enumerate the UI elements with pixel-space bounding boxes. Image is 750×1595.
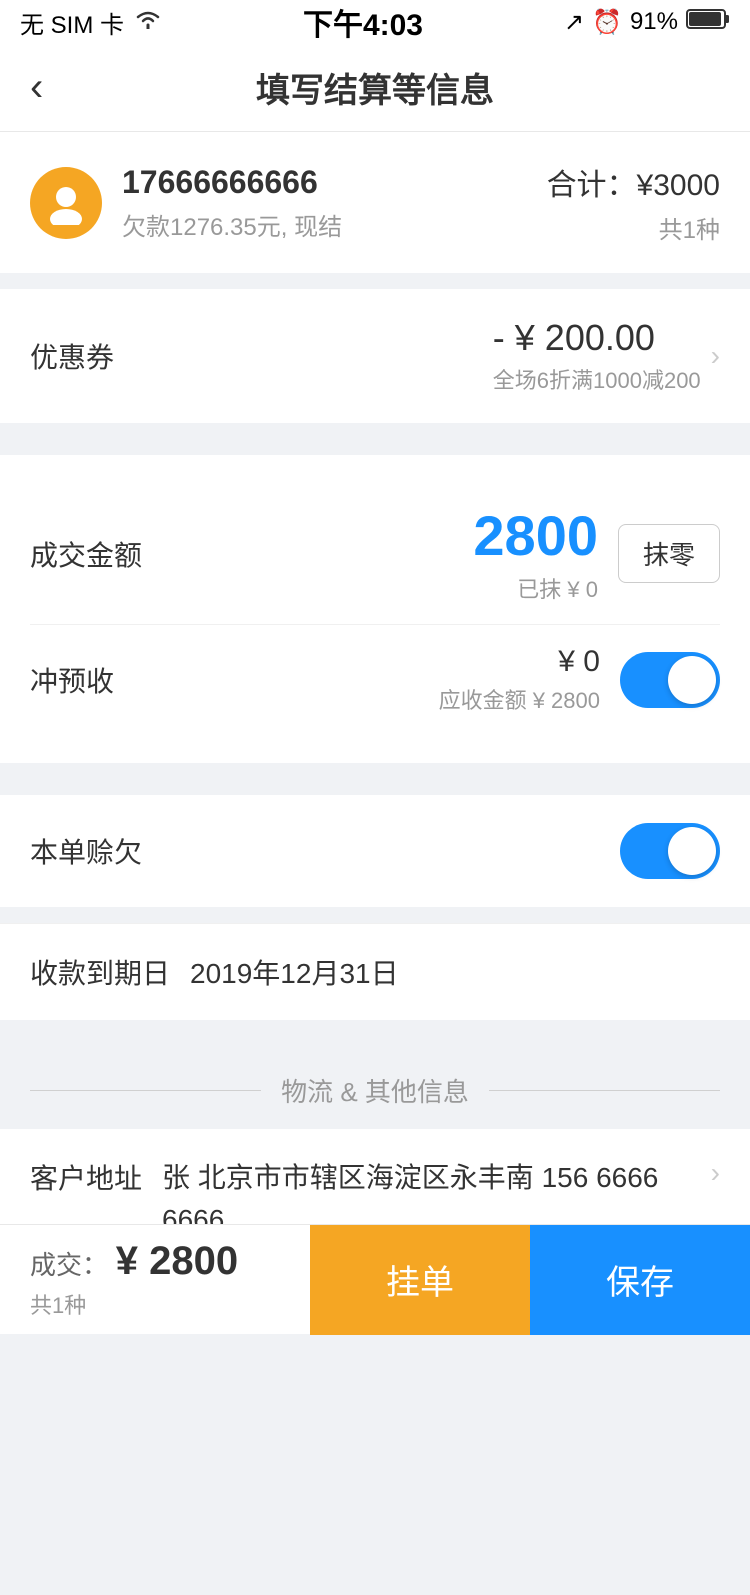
due-date-row: 收款到期日 2019年12月31日 [0,923,750,1020]
status-right: ↗ ⏰ 91% [564,8,730,37]
sim-status: 无 SIM 卡 [20,5,124,40]
debt-row: 本单赊欠 [0,779,750,907]
prepaid-row: 冲预收 ¥ 0 应收金额 ¥ 2800 [30,624,720,735]
deal-amount: ¥ 2800 [116,1239,238,1283]
status-bar: 无 SIM 卡 下午4:03 ↗ ⏰ 91% [0,0,750,44]
chevron-right-icon: › [711,340,720,372]
prepaid-sub: 应收金额 ¥ 2800 [439,683,600,715]
customer-phone: 17666666666 [122,164,342,201]
due-date-value: 2019年12月31日 [190,952,399,992]
logistics-label: 物流 & 其他信息 [281,1072,469,1109]
prepaid-amount: ¥ 0 [439,645,600,679]
amount-section: 成交金额 2800 已抹 ¥ 0 抹零 冲预收 ¥ 0 应收金额 ¥ 2800 [0,455,750,763]
status-time: 下午4:03 [303,0,423,44]
page-title: 填写结算等信息 [256,63,494,112]
section-divider-3 [0,1036,750,1052]
alarm-icon: ⏰ [592,8,622,37]
deal-label: 成交： [30,1250,108,1280]
address-label: 客户地址 [30,1157,142,1197]
bottom-bar: 成交： ¥ 2800 共1种 挂单 保存 [0,1224,750,1334]
deal-count: 共1种 [30,1288,280,1320]
coupon-label: 优惠券 [30,336,114,376]
section-divider [0,439,750,455]
debt-toggle[interactable] [620,823,720,879]
avatar [30,167,102,239]
save-button[interactable]: 保存 [530,1225,750,1335]
section-divider-2 [0,763,750,779]
toggle-knob [668,656,716,704]
deal-amount-row: 成交金额 2800 已抹 ¥ 0 抹零 [30,483,720,624]
debt-label: 本单赊欠 [30,831,142,871]
coupon-amount: - ¥ 200.00 [493,317,701,359]
deal-amount-label: 成交金额 [30,534,142,574]
nav-bar: ‹ 填写结算等信息 [0,44,750,132]
coupon-row[interactable]: 优惠券 - ¥ 200.00 全场6折满1000减200 › [0,289,750,423]
status-left: 无 SIM 卡 [20,5,162,40]
customer-debt: 欠款1276.35元, 现结 [122,207,342,242]
debt-toggle-knob [668,827,716,875]
deal-amount-value: 2800 [473,503,598,568]
logistics-header: 物流 & 其他信息 [0,1052,750,1129]
back-button[interactable]: ‹ [30,65,90,110]
logistics-line-right [489,1090,720,1091]
round-button[interactable]: 抹零 [618,524,720,583]
order-total: 合计：¥3000 [547,160,720,204]
battery-percent: 91% [630,8,678,36]
customer-row: 17666666666 欠款1276.35元, 现结 合计：¥3000 共1种 [0,132,750,273]
bottom-summary: 成交： ¥ 2800 共1种 [0,1239,310,1320]
location-icon: ↗ [564,8,584,37]
deal-amount-sub: 已抹 ¥ 0 [473,572,598,604]
wifi-icon [134,8,162,36]
address-chevron-icon: › [711,1157,720,1189]
coupon-desc: 全场6折满1000减200 [493,363,701,395]
prepaid-label: 冲预收 [30,660,114,700]
due-date-label: 收款到期日 [30,952,170,992]
logistics-line-left [30,1090,261,1091]
prepaid-toggle[interactable] [620,652,720,708]
hang-button[interactable]: 挂单 [310,1225,530,1335]
battery-icon [686,8,730,37]
order-count: 共1种 [547,210,720,245]
